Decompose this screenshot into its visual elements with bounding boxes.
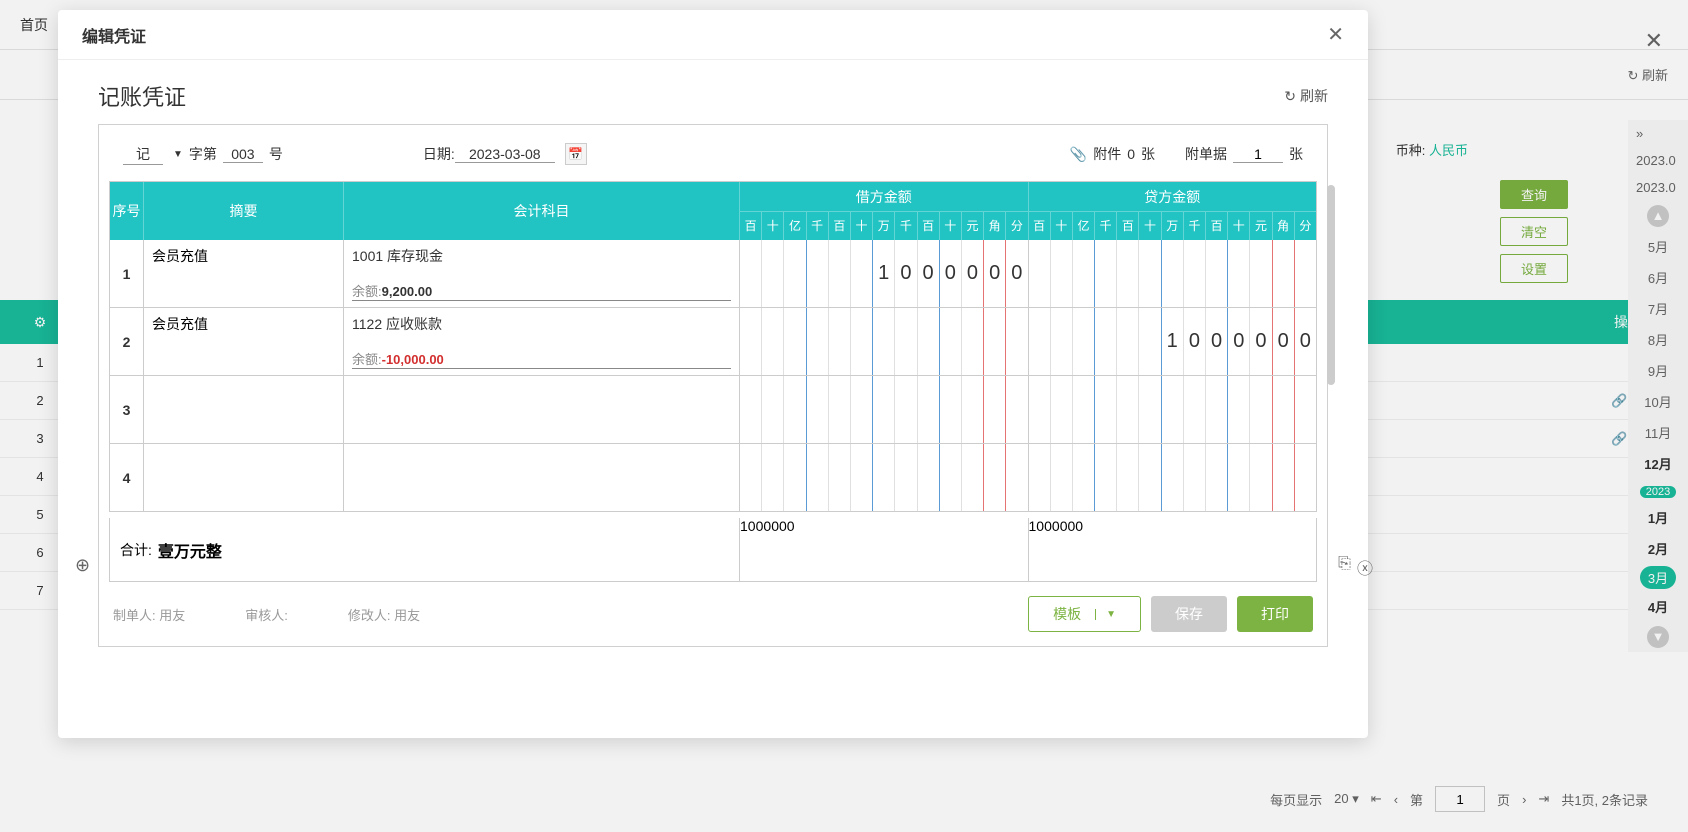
total-label: 合计: 壹万元整 [110, 518, 740, 581]
print-button[interactable]: 打印 [1237, 596, 1313, 632]
col-account: 会计科目 [344, 182, 740, 240]
voucher-meta: 记▼ 字第 003 号 日期: 2023-03-08 📅 📎 附件 0 张 附单… [109, 143, 1317, 181]
debit-cell[interactable] [740, 444, 1029, 511]
footer-buttons: 模板▼ 保存 打印 [1028, 596, 1313, 632]
total-debit: 1000000 [740, 518, 1029, 581]
credit-cell[interactable] [1029, 444, 1317, 511]
attach-count: 0 [1127, 146, 1135, 162]
credit-cell[interactable] [1029, 240, 1317, 307]
voucher-no[interactable]: 003 [223, 146, 263, 163]
copy-icon[interactable]: ⎘ [1338, 555, 1351, 579]
add-row-icon[interactable]: ⊕ [75, 555, 90, 576]
total-credit: 1000000 [1029, 518, 1317, 581]
template-button[interactable]: 模板▼ [1028, 596, 1141, 632]
delete-icon[interactable]: ⓧ [1357, 555, 1373, 579]
paperclip-icon[interactable]: 📎 [1070, 146, 1087, 163]
col-summary: 摘要 [144, 182, 344, 240]
voucher-total-row: 合计: 壹万元整 1000000 1000000 [109, 518, 1317, 582]
debit-cell[interactable] [740, 376, 1029, 443]
total-words: 壹万元整 [158, 538, 222, 562]
refresh-label: 刷新 [1300, 86, 1328, 106]
chevron-down-icon: ▼ [1095, 609, 1116, 620]
voucher-footer: 制单人: 用友 审核人: 修改人: 用友 模板▼ 保存 打印 [109, 582, 1317, 632]
date-label: 日期: [423, 144, 455, 164]
account-cell[interactable]: 1122 应收账款余额:-10,000.00 [344, 308, 740, 375]
summary-cell[interactable] [144, 376, 344, 443]
modifier: 修改人: 用友 [348, 605, 420, 624]
summary-cell[interactable] [144, 444, 344, 511]
calendar-icon[interactable]: 📅 [565, 143, 587, 165]
save-button[interactable]: 保存 [1151, 596, 1227, 632]
voucher-table-header: 序号 摘要 会计科目 借方金额 百十亿千百十万千百十元角分 贷方金额 百十亿千百… [110, 182, 1316, 240]
scrollbar-thumb[interactable] [1327, 185, 1335, 385]
date-value[interactable]: 2023-03-08 [455, 146, 555, 163]
debit-cell[interactable] [740, 308, 1029, 375]
attachment-section: 📎 附件 0 张 附单据 张 [1070, 144, 1303, 164]
voucher-row[interactable]: 1会员充值1001 库存现金余额:9,200.001000000 [110, 240, 1316, 308]
voucher-paper: 记▼ 字第 003 号 日期: 2023-03-08 📅 📎 附件 0 张 附单… [98, 124, 1328, 647]
account-cell[interactable] [344, 444, 740, 511]
voucher-table-body: 1会员充值1001 库存现金余额:9,200.0010000002会员充值112… [110, 240, 1316, 512]
debit-cell[interactable]: 1000000 [740, 240, 1029, 307]
voucher-head: 记账凭证 ↻ 刷新 [98, 80, 1328, 112]
reviewer: 审核人: [245, 605, 288, 624]
maker: 制单人: 用友 [113, 605, 185, 624]
row-actions: ⎘ ⓧ [1338, 555, 1373, 579]
refresh-button[interactable]: ↻ 刷新 [1284, 86, 1328, 106]
credit-cell[interactable] [1029, 376, 1317, 443]
account-cell[interactable] [344, 376, 740, 443]
modal-title: 编辑凭证 [82, 23, 146, 47]
voucher-row[interactable]: 3 [110, 376, 1316, 444]
summary-cell[interactable]: 会员充值 [144, 308, 344, 375]
voucher-type[interactable]: 记▼ 字第 003 号 [123, 144, 283, 165]
edit-voucher-modal: 编辑凭证 ✕ 记账凭证 ↻ 刷新 记▼ 字第 003 号 日期: 2023-03… [58, 10, 1368, 738]
chevron-down-icon: ▼ [173, 149, 183, 160]
bill-count-input[interactable] [1233, 146, 1283, 163]
voucher-title: 记账凭证 [98, 80, 186, 112]
voucher-row[interactable]: 4 [110, 444, 1316, 512]
modal-body: 记账凭证 ↻ 刷新 记▼ 字第 003 号 日期: 2023-03-08 📅 📎… [58, 60, 1368, 667]
credit-cell[interactable]: 1000000 [1029, 308, 1317, 375]
account-cell[interactable]: 1001 库存现金余额:9,200.00 [344, 240, 740, 307]
voucher-row[interactable]: 2会员充值1122 应收账款余额:-10,000.001000000 [110, 308, 1316, 376]
modal-header: 编辑凭证 ✕ [58, 10, 1368, 60]
close-icon[interactable]: ✕ [1327, 22, 1344, 47]
col-no: 序号 [110, 182, 144, 240]
voucher-table: 序号 摘要 会计科目 借方金额 百十亿千百十万千百十元角分 贷方金额 百十亿千百… [109, 181, 1317, 512]
col-credit: 贷方金额 百十亿千百十万千百十元角分 [1029, 182, 1317, 240]
col-debit: 借方金额 百十亿千百十万千百十元角分 [740, 182, 1029, 240]
summary-cell[interactable]: 会员充值 [144, 240, 344, 307]
